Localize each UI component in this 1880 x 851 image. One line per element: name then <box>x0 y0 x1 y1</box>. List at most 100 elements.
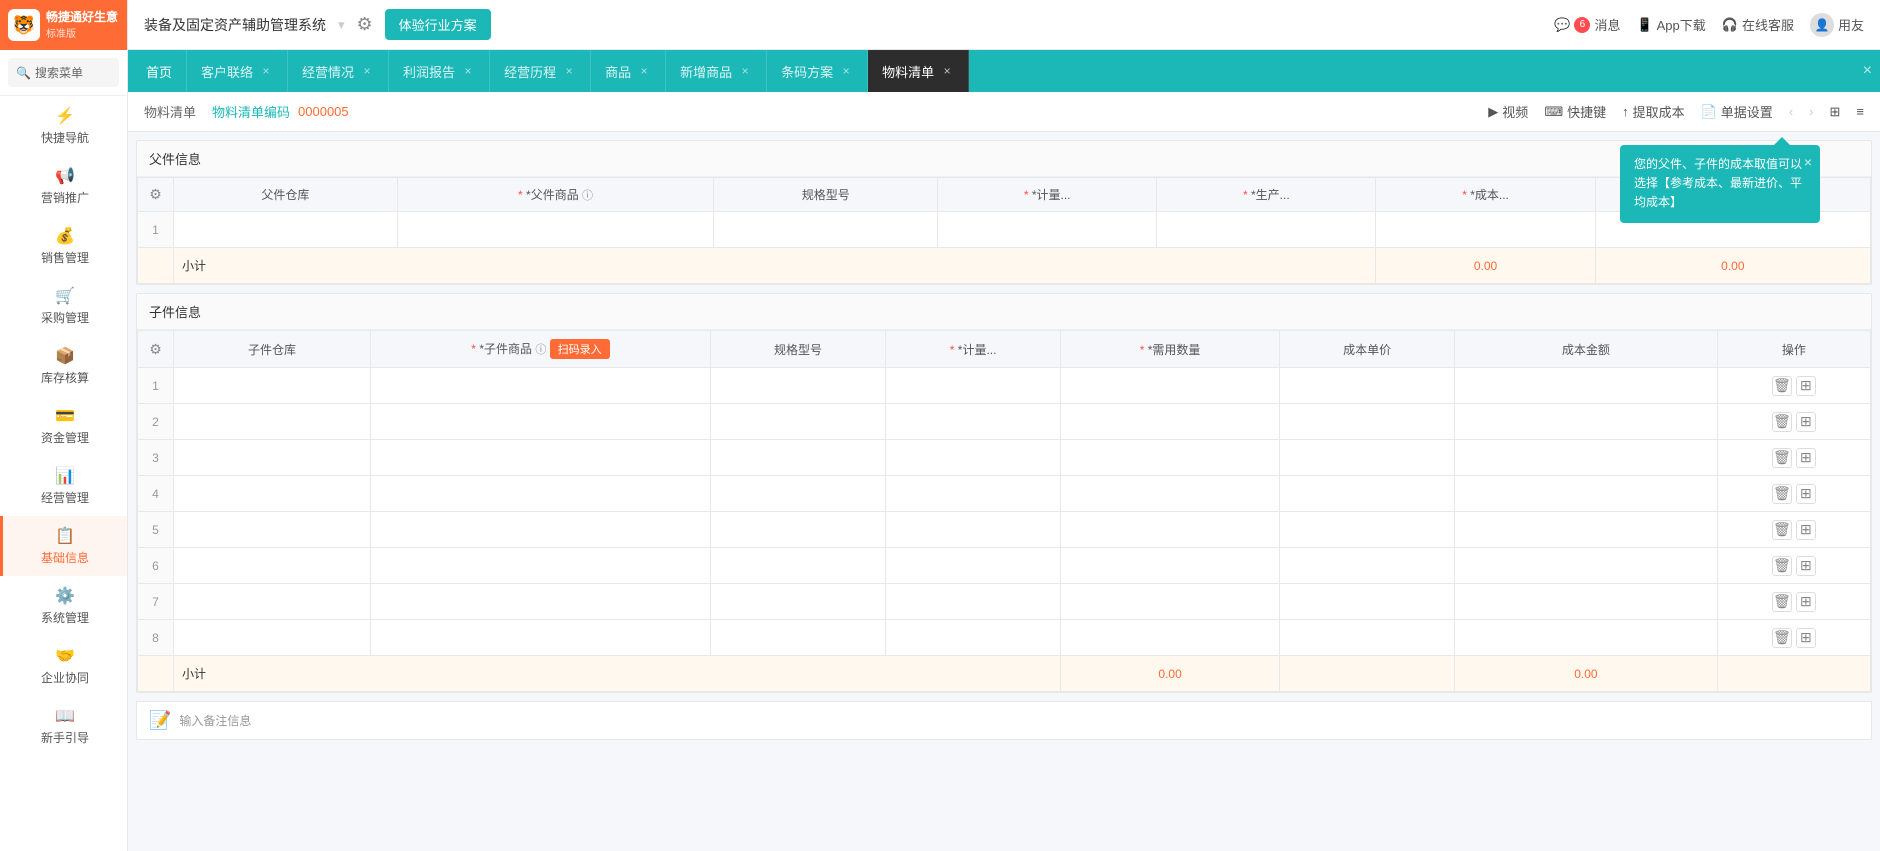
copy-row-3-icon[interactable]: ⊞ <box>1796 448 1816 468</box>
parent-row-1-cost[interactable] <box>1376 212 1595 248</box>
child-row-1-amount[interactable] <box>1455 368 1718 404</box>
tab-barcode-close[interactable]: × <box>839 64 853 78</box>
child-row-2-amount[interactable] <box>1455 404 1718 440</box>
sidebar-search[interactable]: 🔍 搜索菜单 <box>0 50 127 96</box>
delete-row-3-icon[interactable]: 🗑 <box>1772 448 1792 468</box>
nav-next-button[interactable]: › <box>1809 104 1813 119</box>
sidebar-item-sales[interactable]: 💰 销售管理 <box>0 216 127 276</box>
parent-col-unit: * *计量... <box>938 178 1157 212</box>
tab-operations-close[interactable]: × <box>360 64 374 78</box>
sidebar-item-purchase[interactable]: 🛒 采购管理 <box>0 276 127 336</box>
experience-button[interactable]: 体验行业方案 <box>385 9 491 40</box>
sidebar-item-guide[interactable]: 📖 新手引导 <box>0 696 127 756</box>
parent-col-gear: ⚙ <box>138 178 174 212</box>
child-row-2-unit-cost[interactable] <box>1280 404 1455 440</box>
sidebar-item-system[interactable]: ⚙️ 系统管理 <box>0 576 127 636</box>
copy-row-8-icon[interactable]: ⊞ <box>1796 628 1816 648</box>
delete-row-7-icon[interactable]: 🗑 <box>1772 592 1792 612</box>
tab-new-product-close[interactable]: × <box>738 64 752 78</box>
tab-products-close[interactable]: × <box>637 64 651 78</box>
child-col-action: 操作 <box>1717 331 1870 368</box>
tab-bom[interactable]: 物料清单 × <box>868 50 969 92</box>
parent-row-1-produce[interactable] <box>1157 212 1376 248</box>
single-settings-button[interactable]: 📄 单据设置 <box>1701 102 1773 121</box>
tab-profit-close[interactable]: × <box>461 64 475 78</box>
tab-barcode[interactable]: 条码方案 × <box>767 50 868 92</box>
online-service-button[interactable]: 🎧 在线客服 <box>1722 15 1794 34</box>
chart-icon: 📊 <box>55 466 75 486</box>
sidebar-item-marketing[interactable]: 📢 营销推广 <box>0 156 127 216</box>
nav-prev-button[interactable]: ‹ <box>1789 104 1793 119</box>
copy-row-7-icon[interactable]: ⊞ <box>1796 592 1816 612</box>
child-row-6-num: 6 <box>138 548 174 584</box>
child-row-2-warehouse[interactable] <box>174 404 371 440</box>
child-row-2-product[interactable] <box>370 404 710 440</box>
parent-row-1-spec[interactable] <box>714 212 938 248</box>
sidebar-nav: ⚡ 快捷导航 📢 营销推广 💰 销售管理 🛒 采购管理 📦 库存核算 💳 资金管… <box>0 96 127 851</box>
delete-row-1-icon[interactable]: 🗑 <box>1772 376 1792 396</box>
copy-row-1-icon[interactable]: ⊞ <box>1796 376 1816 396</box>
sidebar-item-basic-info[interactable]: 📋 基础信息 <box>0 516 127 576</box>
list-view-button[interactable]: ≡ <box>1856 104 1864 119</box>
child-table-gear-icon[interactable]: ⚙ <box>149 341 162 357</box>
tab-history-close[interactable]: × <box>562 64 576 78</box>
copy-row-5-icon[interactable]: ⊞ <box>1796 520 1816 540</box>
delete-row-4-icon[interactable]: 🗑 <box>1772 484 1792 504</box>
tab-operations[interactable]: 经营情况 × <box>288 50 389 92</box>
delete-row-8-icon[interactable]: 🗑 <box>1772 628 1792 648</box>
child-section: 子件信息 ⚙ 子件仓库 * *子件商品 ⓘ <box>136 293 1872 693</box>
app-download-button[interactable]: 📱 App下载 <box>1636 15 1705 34</box>
tab-bom-label: 物料清单 <box>882 62 934 81</box>
tooltip-close-icon[interactable]: × <box>1804 151 1812 173</box>
online-service-label: 在线客服 <box>1742 15 1794 34</box>
tab-new-product[interactable]: 新增商品 × <box>666 50 767 92</box>
tab-customer[interactable]: 客户联络 × <box>187 50 288 92</box>
message-icon: 💬 <box>1554 17 1570 33</box>
sidebar-item-operations[interactable]: 📊 经营管理 <box>0 456 127 516</box>
child-row-1-product[interactable] <box>370 368 710 404</box>
delete-row-5-icon[interactable]: 🗑 <box>1772 520 1792 540</box>
delete-row-6-icon[interactable]: 🗑 <box>1772 556 1792 576</box>
user-menu-button[interactable]: 👤 用友 <box>1810 13 1864 37</box>
sidebar-item-enterprise[interactable]: 🤝 企业协同 <box>0 636 127 696</box>
search-menu-button[interactable]: 🔍 搜索菜单 <box>8 58 119 87</box>
sidebar-item-quick-nav[interactable]: ⚡ 快捷导航 <box>0 96 127 156</box>
scan-input-button[interactable]: 扫码录入 <box>550 339 610 359</box>
child-row-1-qty[interactable] <box>1061 368 1280 404</box>
settings-icon[interactable]: ⚙ <box>357 14 373 35</box>
delete-row-2-icon[interactable]: 🗑 <box>1772 412 1792 432</box>
sidebar-item-inventory[interactable]: 📦 库存核算 <box>0 336 127 396</box>
parent-table-gear-icon[interactable]: ⚙ <box>149 186 162 202</box>
parent-section: 父件信息 ⚙ 父件仓库 * *父件商品 ⓘ <box>136 140 1872 285</box>
tab-bom-close[interactable]: × <box>940 64 954 78</box>
close-all-tabs-icon[interactable]: × <box>1863 62 1872 80</box>
parent-row-1-product[interactable] <box>397 212 714 248</box>
note-placeholder[interactable]: 输入备注信息 <box>179 712 251 729</box>
parent-row-1-unit[interactable] <box>938 212 1157 248</box>
grid-view-button[interactable]: ⊞ <box>1830 104 1841 120</box>
parent-row-1-num: 1 <box>138 212 174 248</box>
child-row-1-warehouse[interactable] <box>174 368 371 404</box>
child-row-1-unit[interactable] <box>886 368 1061 404</box>
copy-row-4-icon[interactable]: ⊞ <box>1796 484 1816 504</box>
child-row-2-qty[interactable] <box>1061 404 1280 440</box>
child-row-2-spec[interactable] <box>711 404 886 440</box>
copy-row-2-icon[interactable]: ⊞ <box>1796 412 1816 432</box>
parent-row-1-warehouse[interactable] <box>174 212 398 248</box>
tab-home[interactable]: 首页 <box>132 50 187 92</box>
breadcrumb-item-bom[interactable]: 物料清单 <box>144 102 196 121</box>
video-button[interactable]: ▶ 视频 <box>1488 102 1528 121</box>
bottom-bar: 📝 输入备注信息 <box>136 701 1872 740</box>
tab-products[interactable]: 商品 × <box>591 50 666 92</box>
child-row-1-spec[interactable] <box>711 368 886 404</box>
child-row-1-unit-cost[interactable] <box>1280 368 1455 404</box>
child-row-2-unit[interactable] <box>886 404 1061 440</box>
shortcut-button[interactable]: ⌨ 快捷键 <box>1544 102 1606 121</box>
sidebar-item-finance[interactable]: 💳 资金管理 <box>0 396 127 456</box>
extract-cost-button[interactable]: ↑ 提取成本 <box>1622 102 1685 121</box>
copy-row-6-icon[interactable]: ⊞ <box>1796 556 1816 576</box>
tab-customer-close[interactable]: × <box>259 64 273 78</box>
tab-profit[interactable]: 利润报告 × <box>389 50 490 92</box>
tab-history[interactable]: 经营历程 × <box>490 50 591 92</box>
message-button[interactable]: 💬 6 消息 <box>1554 15 1620 34</box>
